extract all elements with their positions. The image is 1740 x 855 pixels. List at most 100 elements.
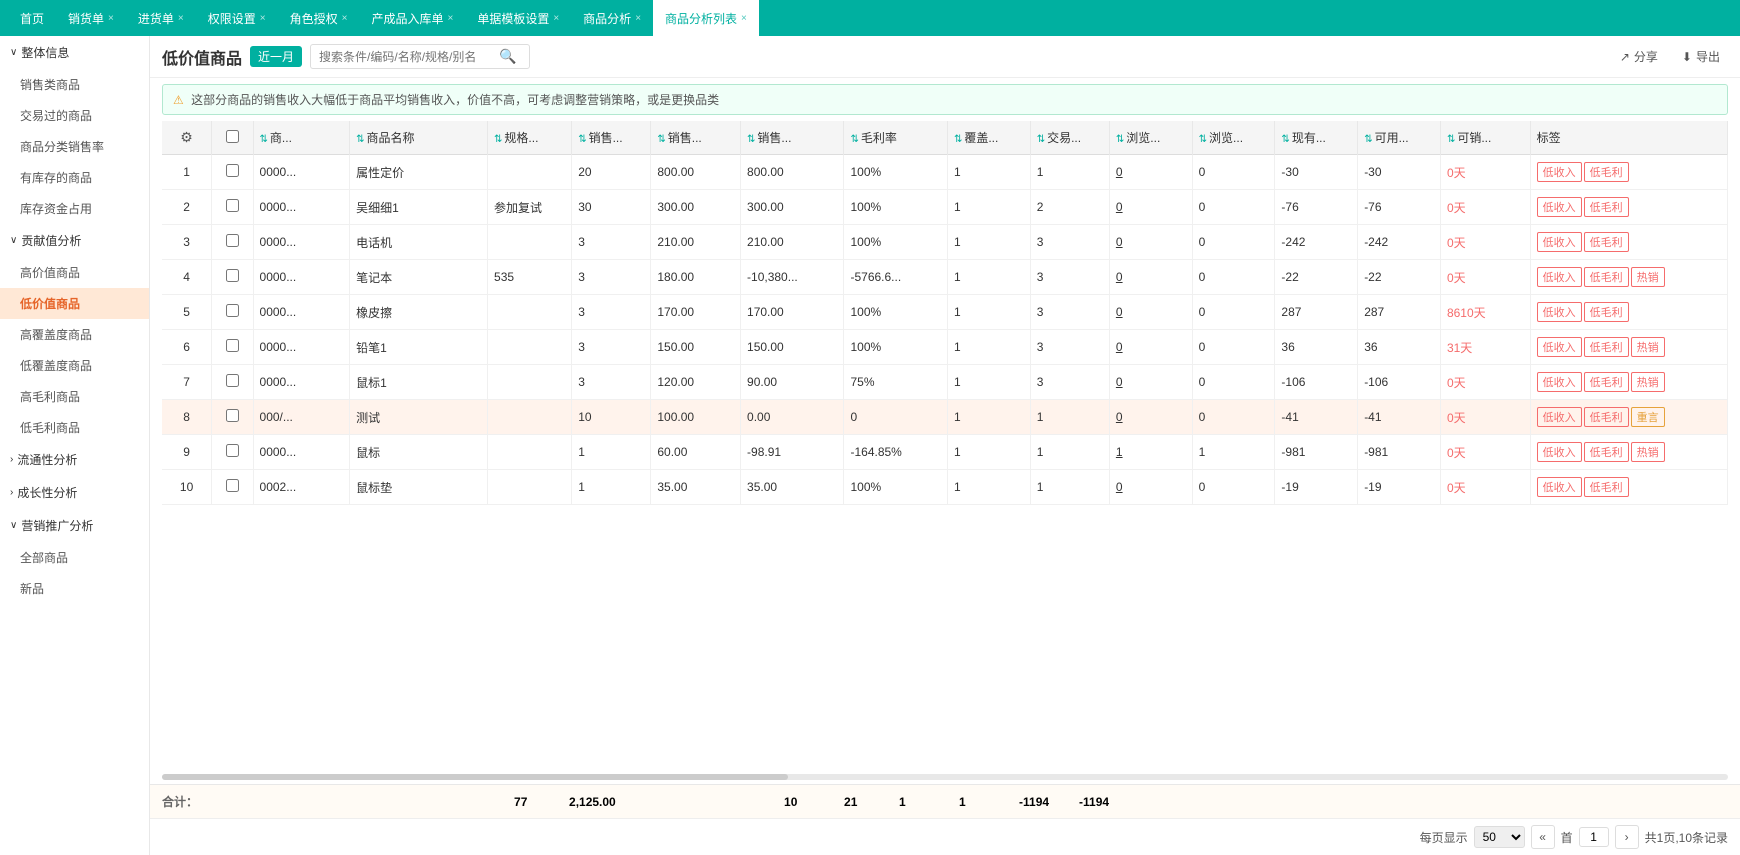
sidebar-section-growth[interactable]: › 成长性分析 xyxy=(0,476,149,509)
sidebar-item-low-margin[interactable]: 低毛利商品 xyxy=(0,412,149,443)
row-checkbox[interactable] xyxy=(226,374,239,387)
row-checkbox[interactable] xyxy=(226,234,239,247)
nav-close-icon[interactable]: × xyxy=(342,13,348,24)
next-page-button[interactable]: › xyxy=(1615,825,1639,849)
sidebar-item-traded-products[interactable]: 交易过的商品 xyxy=(0,100,149,131)
row-browse1[interactable]: 0 xyxy=(1109,330,1192,365)
export-button[interactable]: ⬇ 导出 xyxy=(1674,44,1728,69)
th-settings[interactable]: ⚙ xyxy=(162,121,212,155)
first-page-button[interactable]: « xyxy=(1531,825,1555,849)
sidebar-section-contribution[interactable]: ∨ 贡献值分析 xyxy=(0,224,149,257)
sidebar-section-circulation[interactable]: › 流通性分析 xyxy=(0,443,149,476)
select-all-checkbox[interactable] xyxy=(226,130,239,143)
th-available[interactable]: ⇅可用... xyxy=(1358,121,1441,155)
row-checkbox-cell[interactable] xyxy=(212,155,253,190)
row-checkbox-cell[interactable] xyxy=(212,330,253,365)
sidebar-item-high-margin[interactable]: 高毛利商品 xyxy=(0,381,149,412)
row-checkbox[interactable] xyxy=(226,164,239,177)
nav-roles[interactable]: 角色授权 × xyxy=(278,0,360,36)
row-checkbox[interactable] xyxy=(226,339,239,352)
browse1-link[interactable]: 0 xyxy=(1116,305,1123,319)
sidebar-section-overall[interactable]: ∨ 整体信息 xyxy=(0,36,149,69)
sidebar-item-stock-products[interactable]: 有库存的商品 xyxy=(0,162,149,193)
sidebar-item-sales-products[interactable]: 销售类商品 xyxy=(0,69,149,100)
th-current[interactable]: ⇅现有... xyxy=(1275,121,1358,155)
filter-tag[interactable]: 近一月 xyxy=(250,46,302,67)
nav-close-icon[interactable]: × xyxy=(553,13,559,24)
th-code[interactable]: ⇅商... xyxy=(253,121,350,155)
sidebar-item-new-products[interactable]: 新品 xyxy=(0,573,149,604)
row-checkbox[interactable] xyxy=(226,199,239,212)
row-checkbox-cell[interactable] xyxy=(212,225,253,260)
browse1-link[interactable]: 0 xyxy=(1116,200,1123,214)
row-checkbox[interactable] xyxy=(226,409,239,422)
th-sales-price[interactable]: ⇅销售... xyxy=(651,121,741,155)
browse1-link[interactable]: 0 xyxy=(1116,270,1123,284)
nav-close-icon[interactable]: × xyxy=(447,13,453,24)
row-browse1[interactable]: 0 xyxy=(1109,470,1192,505)
row-checkbox-cell[interactable] xyxy=(212,400,253,435)
nav-purchase-order[interactable]: 进货单 × xyxy=(126,0,196,36)
th-gross-rate[interactable]: ⇅毛利率 xyxy=(844,121,947,155)
th-browse1[interactable]: ⇅浏览... xyxy=(1109,121,1192,155)
browse1-link[interactable]: 1 xyxy=(1116,445,1123,459)
row-browse1[interactable]: 0 xyxy=(1109,225,1192,260)
row-checkbox[interactable] xyxy=(226,269,239,282)
browse1-link[interactable]: 0 xyxy=(1116,165,1123,179)
row-browse1[interactable]: 0 xyxy=(1109,365,1192,400)
row-checkbox[interactable] xyxy=(226,304,239,317)
settings-icon[interactable]: ⚙ xyxy=(180,129,193,145)
row-browse1[interactable]: 1 xyxy=(1109,435,1192,470)
row-checkbox-cell[interactable] xyxy=(212,295,253,330)
nav-close-icon[interactable]: × xyxy=(178,13,184,24)
row-checkbox-cell[interactable] xyxy=(212,260,253,295)
th-checkbox[interactable] xyxy=(212,121,253,155)
row-checkbox-cell[interactable] xyxy=(212,470,253,505)
nav-close-icon[interactable]: × xyxy=(741,13,747,24)
nav-permissions[interactable]: 权限设置 × xyxy=(196,0,278,36)
th-browse2[interactable]: ⇅浏览... xyxy=(1192,121,1275,155)
sidebar-item-high-value[interactable]: 高价值商品 xyxy=(0,257,149,288)
page-size-select[interactable]: 50 100 xyxy=(1474,826,1525,848)
th-saleable[interactable]: ⇅可销... xyxy=(1440,121,1530,155)
th-sales-cost[interactable]: ⇅销售... xyxy=(741,121,844,155)
table-scroll-bar[interactable] xyxy=(162,774,1728,780)
browse1-link[interactable]: 0 xyxy=(1116,375,1123,389)
sidebar-section-marketing[interactable]: ∨ 营销推广分析 xyxy=(0,509,149,542)
th-coverage[interactable]: ⇅覆盖... xyxy=(947,121,1030,155)
browse1-link[interactable]: 0 xyxy=(1116,340,1123,354)
row-checkbox-cell[interactable] xyxy=(212,365,253,400)
row-browse1[interactable]: 0 xyxy=(1109,155,1192,190)
nav-product-analysis-list[interactable]: 商品分析列表 × xyxy=(653,0,759,36)
page-number-input[interactable] xyxy=(1579,827,1609,847)
nav-template-settings[interactable]: 单据模板设置 × xyxy=(465,0,571,36)
row-checkbox-cell[interactable] xyxy=(212,190,253,225)
sidebar-item-low-coverage[interactable]: 低覆盖度商品 xyxy=(0,350,149,381)
sidebar-item-stock-capital[interactable]: 库存资金占用 xyxy=(0,193,149,224)
nav-close-icon[interactable]: × xyxy=(635,13,641,24)
sidebar-item-high-coverage[interactable]: 高覆盖度商品 xyxy=(0,319,149,350)
search-icon[interactable]: 🔍 xyxy=(499,48,516,65)
nav-close-icon[interactable]: × xyxy=(108,13,114,24)
row-checkbox-cell[interactable] xyxy=(212,435,253,470)
row-browse1[interactable]: 0 xyxy=(1109,295,1192,330)
th-spec[interactable]: ⇅规格... xyxy=(488,121,572,155)
nav-sales-order[interactable]: 销货单 × xyxy=(56,0,126,36)
nav-product-analysis[interactable]: 商品分析 × xyxy=(571,0,653,36)
row-browse1[interactable]: 0 xyxy=(1109,190,1192,225)
row-checkbox[interactable] xyxy=(226,479,239,492)
browse1-link[interactable]: 0 xyxy=(1116,410,1123,424)
browse1-link[interactable]: 0 xyxy=(1116,480,1123,494)
nav-home[interactable]: 首页 xyxy=(8,0,56,36)
th-sales-qty[interactable]: ⇅销售... xyxy=(572,121,651,155)
search-input[interactable] xyxy=(319,50,499,64)
row-browse1[interactable]: 0 xyxy=(1109,400,1192,435)
sidebar-item-low-value[interactable]: 低价值商品 xyxy=(0,288,149,319)
nav-product-inbound[interactable]: 产成品入库单 × xyxy=(359,0,465,36)
row-browse1[interactable]: 0 xyxy=(1109,260,1192,295)
sidebar-item-category-sales-rate[interactable]: 商品分类销售率 xyxy=(0,131,149,162)
th-trade[interactable]: ⇅交易... xyxy=(1030,121,1109,155)
th-name[interactable]: ⇅商品名称 xyxy=(350,121,488,155)
nav-close-icon[interactable]: × xyxy=(260,13,266,24)
browse1-link[interactable]: 0 xyxy=(1116,235,1123,249)
